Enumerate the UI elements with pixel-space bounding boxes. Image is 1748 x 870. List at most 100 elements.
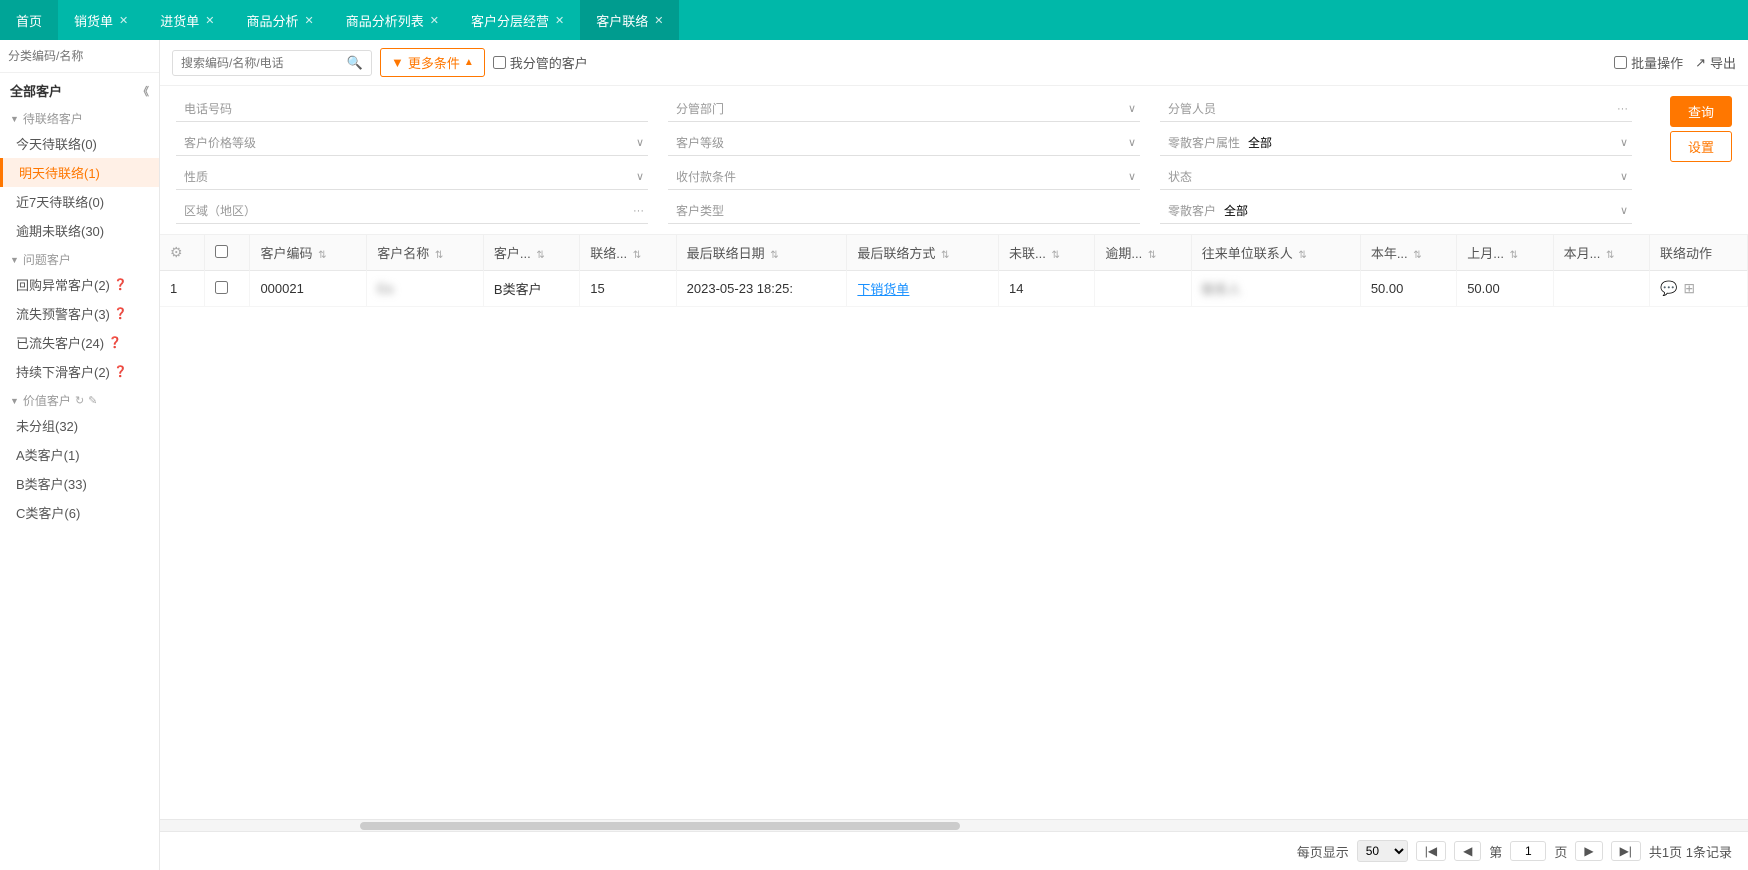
last-page-button[interactable]: ▶|	[1611, 841, 1641, 861]
search-input[interactable]	[181, 56, 343, 70]
scrollbar-thumb[interactable]	[360, 822, 960, 830]
col-action: 联络动作	[1649, 235, 1747, 271]
sidebar-item-class-a[interactable]: A类客户(1)	[0, 440, 159, 469]
batch-checkbox[interactable]	[1614, 56, 1627, 69]
nature-input[interactable]	[216, 170, 640, 184]
chevron-down-icon[interactable]: ∨	[636, 136, 644, 149]
col-last-month[interactable]: 上月... ⇅	[1457, 235, 1553, 271]
top-navigation: 首页 销货单 ✕ 进货单 ✕ 商品分析 ✕ 商品分析列表 ✕ 客户分层经营 ✕ …	[0, 0, 1748, 40]
region-input[interactable]	[264, 204, 640, 218]
first-page-button[interactable]: |◀	[1416, 841, 1446, 861]
sidebar-item-declining[interactable]: 持续下滑客户(2) ❓	[0, 357, 159, 386]
filter-row-3: 性质 ∨ 收付款条件 ∨ 状态 ∨	[176, 164, 1652, 190]
query-button[interactable]: 查询	[1670, 96, 1732, 127]
chevron-down-icon[interactable]: ∨	[1128, 170, 1136, 183]
pagination: 每页显示 50 100 200 |◀ ◀ 第 页 ▶ ▶| 共1页 1条记录	[160, 831, 1748, 870]
nav-product-analysis[interactable]: 商品分析 ✕	[230, 0, 329, 40]
col-unit-contact[interactable]: 往来单位联系人 ⇅	[1191, 235, 1360, 271]
contact-method-link[interactable]: 下销货单	[857, 282, 909, 297]
more-icon[interactable]: ···	[633, 205, 644, 217]
group-problem-customers: 问题客户	[0, 245, 159, 270]
col-uncontacted[interactable]: 未联... ⇅	[999, 235, 1095, 271]
cell-checkbox[interactable]	[204, 271, 250, 307]
chevron-down-icon[interactable]: ∨	[1620, 170, 1628, 183]
prev-page-button[interactable]: ◀	[1454, 841, 1481, 861]
nav-home[interactable]: 首页	[0, 0, 58, 40]
sidebar-item-repurchase-anomaly[interactable]: 回购异常客户(2) ❓	[0, 270, 159, 299]
refresh-icon[interactable]: ↻	[75, 394, 84, 407]
table-row: 1 000021 Ea B类客户 15 2023-05-23 18:25: 下销…	[160, 271, 1748, 307]
chevron-down-icon[interactable]: ∨	[1128, 136, 1136, 149]
collapse-icon[interactable]: 《	[138, 83, 149, 99]
close-icon[interactable]: ✕	[205, 14, 214, 27]
grid-icon[interactable]: ⊞	[1683, 280, 1695, 297]
col-checkbox[interactable]	[204, 235, 250, 271]
col-contact-count[interactable]: 联络... ⇅	[580, 235, 676, 271]
more-filters-button[interactable]: ▼ 更多条件 ▲	[380, 48, 485, 77]
row-checkbox[interactable]	[215, 281, 228, 294]
close-icon[interactable]: ✕	[430, 14, 439, 27]
chevron-down-icon[interactable]: ∨	[636, 170, 644, 183]
chat-icon[interactable]: 💬	[1660, 280, 1677, 297]
nav-sales-order[interactable]: 销货单 ✕	[58, 0, 144, 40]
col-this-month[interactable]: 本月... ⇅	[1553, 235, 1649, 271]
search-icon[interactable]: 🔍	[347, 55, 363, 71]
nav-customer-tier[interactable]: 客户分层经营 ✕	[455, 0, 580, 40]
payment-input[interactable]	[744, 170, 1132, 184]
sidebar-search-input[interactable]	[8, 49, 160, 63]
customer-grade-input[interactable]	[732, 136, 1132, 150]
col-last-contact-method[interactable]: 最后联络方式 ⇅	[847, 235, 999, 271]
col-type[interactable]: 客户... ⇅	[483, 235, 579, 271]
col-overdue[interactable]: 逾期... ⇅	[1095, 235, 1191, 271]
sidebar-item-churned[interactable]: 已流失客户(24) ❓	[0, 328, 159, 357]
sidebar-item-7days[interactable]: 近7天待联络(0)	[0, 187, 159, 216]
close-icon[interactable]: ✕	[654, 14, 663, 27]
per-page-select[interactable]: 50 100 200	[1357, 840, 1408, 862]
filter-actions: 查询 设置	[1670, 96, 1732, 224]
sidebar-item-class-b[interactable]: B类客户(33)	[0, 469, 159, 498]
next-page-button[interactable]: ▶	[1575, 841, 1602, 861]
more-icon[interactable]: ···	[1617, 103, 1628, 115]
col-this-year[interactable]: 本年... ⇅	[1360, 235, 1456, 271]
filter-region: 区域（地区） ···	[176, 198, 648, 224]
col-name[interactable]: 客户名称 ⇅	[367, 235, 484, 271]
horizontal-scrollbar[interactable]	[160, 819, 1748, 831]
settings-icon[interactable]: ⚙	[170, 244, 183, 260]
select-all-checkbox[interactable]	[215, 245, 228, 258]
status-input[interactable]	[1200, 170, 1624, 184]
col-settings[interactable]: ⚙	[160, 235, 204, 271]
search-box: 🔍	[172, 50, 372, 76]
customer-type-input[interactable]	[732, 204, 1132, 218]
sidebar-item-overdue[interactable]: 逾期未联络(30)	[0, 216, 159, 245]
batch-operation-button[interactable]: 批量操作	[1614, 53, 1683, 72]
sidebar-item-tomorrow[interactable]: 明天待联络(1)	[0, 158, 159, 187]
sidebar-item-today[interactable]: 今天待联络(0)	[0, 129, 159, 158]
close-icon[interactable]: ✕	[119, 14, 128, 27]
nav-purchase-order[interactable]: 进货单 ✕	[144, 0, 230, 40]
sidebar: 🔍 全部客户 《 待联络客户 今天待联络(0) 明天待联络(1) 近7天待联络(…	[0, 40, 160, 870]
set-button[interactable]: 设置	[1670, 131, 1732, 162]
page-input[interactable]	[1510, 841, 1546, 861]
col-last-contact-date[interactable]: 最后联络日期 ⇅	[676, 235, 847, 271]
phone-input[interactable]	[240, 102, 640, 116]
chevron-down-icon[interactable]: ∨	[1620, 204, 1628, 217]
price-grade-input[interactable]	[264, 136, 640, 150]
my-customers-checkbox[interactable]	[493, 56, 506, 69]
nav-customer-contact[interactable]: 客户联络 ✕	[580, 0, 679, 40]
person-input[interactable]	[1224, 102, 1624, 116]
edit-icon[interactable]: ✎	[88, 394, 97, 407]
col-code[interactable]: 客户编码 ⇅	[250, 235, 367, 271]
page-suffix: 页	[1554, 842, 1567, 861]
sidebar-item-class-c[interactable]: C类客户(6)	[0, 498, 159, 527]
chevron-up-icon: ▲	[464, 57, 474, 68]
close-icon[interactable]: ✕	[305, 14, 314, 27]
close-icon[interactable]: ✕	[555, 14, 564, 27]
sidebar-item-ungrouped[interactable]: 未分组(32)	[0, 411, 159, 440]
chevron-down-icon[interactable]: ∨	[1128, 102, 1136, 115]
export-button[interactable]: ↗ 导出	[1695, 53, 1736, 72]
my-customers-checkbox-label[interactable]: 我分管的客户	[493, 53, 588, 72]
sidebar-item-churn-warning[interactable]: 流失预警客户(3) ❓	[0, 299, 159, 328]
chevron-down-icon[interactable]: ∨	[1620, 136, 1628, 149]
dept-input[interactable]	[732, 102, 1132, 116]
nav-product-analysis-list[interactable]: 商品分析列表 ✕	[330, 0, 455, 40]
